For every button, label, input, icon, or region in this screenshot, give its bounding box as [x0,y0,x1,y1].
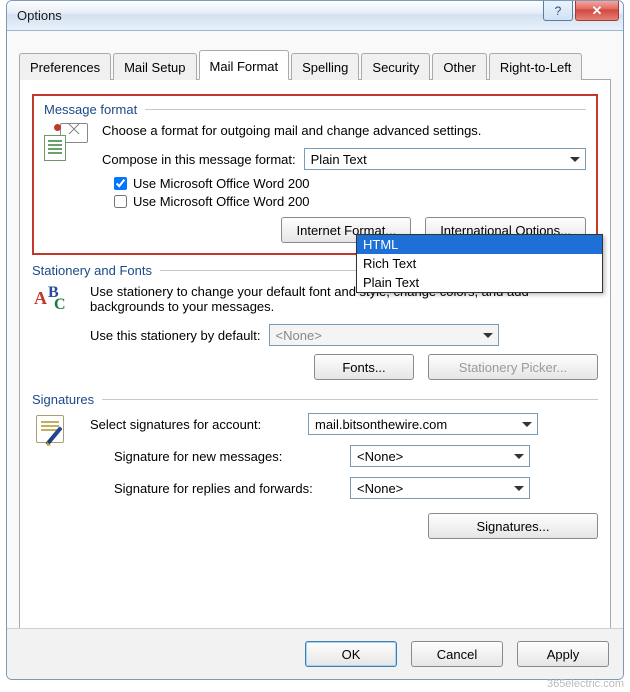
use-word-read-checkbox[interactable]: Use Microsoft Office Word 200 [114,194,586,209]
sig-new-label: Signature for new messages: [90,449,350,464]
compose-format-dropdown[interactable]: HTML Rich Text Plain Text [356,234,603,293]
dialog-body: Preferences Mail Setup Mail Format Spell… [7,31,623,679]
window-title: Options [13,8,62,23]
group-label-text: Message format [44,102,137,117]
sig-account-select[interactable]: mail.bitsonthewire.com [308,413,538,435]
checkbox-input[interactable] [114,177,127,190]
dialog-footer: OK Cancel Apply [7,628,623,679]
tab-other[interactable]: Other [432,53,487,80]
sig-account-value: mail.bitsonthewire.com [315,417,447,432]
checkbox-label: Use Microsoft Office Word 200 [133,194,310,209]
options-dialog: Options ? ✕ Preferences Mail Setup Mail … [6,0,624,680]
tab-mail-format[interactable]: Mail Format [199,50,290,80]
watermark: 365electric.com [547,678,624,690]
sig-reply-value: <None> [357,481,403,496]
stationery-body: A B C Use stationery to change your defa… [32,284,598,380]
group-label-text: Stationery and Fonts [32,263,152,278]
compose-format-value: Plain Text [311,152,367,167]
tab-security[interactable]: Security [361,53,430,80]
tab-strip: Preferences Mail Setup Mail Format Spell… [19,49,611,80]
tab-panel: Message format Choose a format for outgo… [19,80,611,630]
stationery-default-select[interactable]: <None> [269,324,499,346]
cancel-button[interactable]: Cancel [411,641,503,667]
seal-icon [54,124,61,131]
stationery-icon: A B C [32,284,76,320]
message-format-icon [44,123,88,161]
ok-button[interactable]: OK [305,641,397,667]
group-signatures: Signatures [32,392,598,407]
fonts-button[interactable]: Fonts... [314,354,414,380]
tab-spelling[interactable]: Spelling [291,53,359,80]
sig-account-label: Select signatures for account: [90,417,300,432]
signatures-button[interactable]: Signatures... [428,513,598,539]
dropdown-option-rich-text[interactable]: Rich Text [357,254,602,273]
apply-button[interactable]: Apply [517,641,609,667]
help-button[interactable]: ? [543,1,573,21]
use-word-edit-checkbox[interactable]: Use Microsoft Office Word 200 [114,176,586,191]
stationery-default-label: Use this stationery by default: [90,328,261,343]
signatures-body: Select signatures for account: mail.bits… [32,413,598,539]
divider [145,109,586,110]
highlight-box: Message format Choose a format for outgo… [32,94,598,255]
sig-reply-label: Signature for replies and forwards: [90,481,350,496]
tab-preferences[interactable]: Preferences [19,53,111,80]
group-label-text: Signatures [32,392,94,407]
compose-format-select[interactable]: Plain Text [304,148,586,170]
dropdown-option-plain-text[interactable]: Plain Text [357,273,602,292]
stationery-picker-button[interactable]: Stationery Picker... [428,354,598,380]
tab-mail-setup[interactable]: Mail Setup [113,53,196,80]
titlebar: Options ? ✕ [7,1,623,31]
tab-right-to-left[interactable]: Right-to-Left [489,53,583,80]
sig-reply-select[interactable]: <None> [350,477,530,499]
close-button[interactable]: ✕ [575,1,619,21]
message-format-body: Choose a format for outgoing mail and ch… [44,123,586,243]
dropdown-option-html[interactable]: HTML [357,235,602,254]
message-format-desc: Choose a format for outgoing mail and ch… [102,123,586,138]
sig-new-select[interactable]: <None> [350,445,530,467]
sig-new-value: <None> [357,449,403,464]
help-icon: ? [555,4,562,18]
checkbox-input[interactable] [114,195,127,208]
letter-a-icon: A [34,288,47,309]
window-controls: ? ✕ [543,1,619,21]
page-icon [44,135,66,161]
signatures-icon [32,413,76,449]
close-icon: ✕ [592,3,603,19]
letter-c-icon: C [54,296,66,314]
divider [102,399,598,400]
group-message-format: Message format [44,102,586,117]
checkbox-label: Use Microsoft Office Word 200 [133,176,310,191]
compose-label: Compose in this message format: [102,152,296,167]
stationery-default-value: <None> [276,328,322,343]
